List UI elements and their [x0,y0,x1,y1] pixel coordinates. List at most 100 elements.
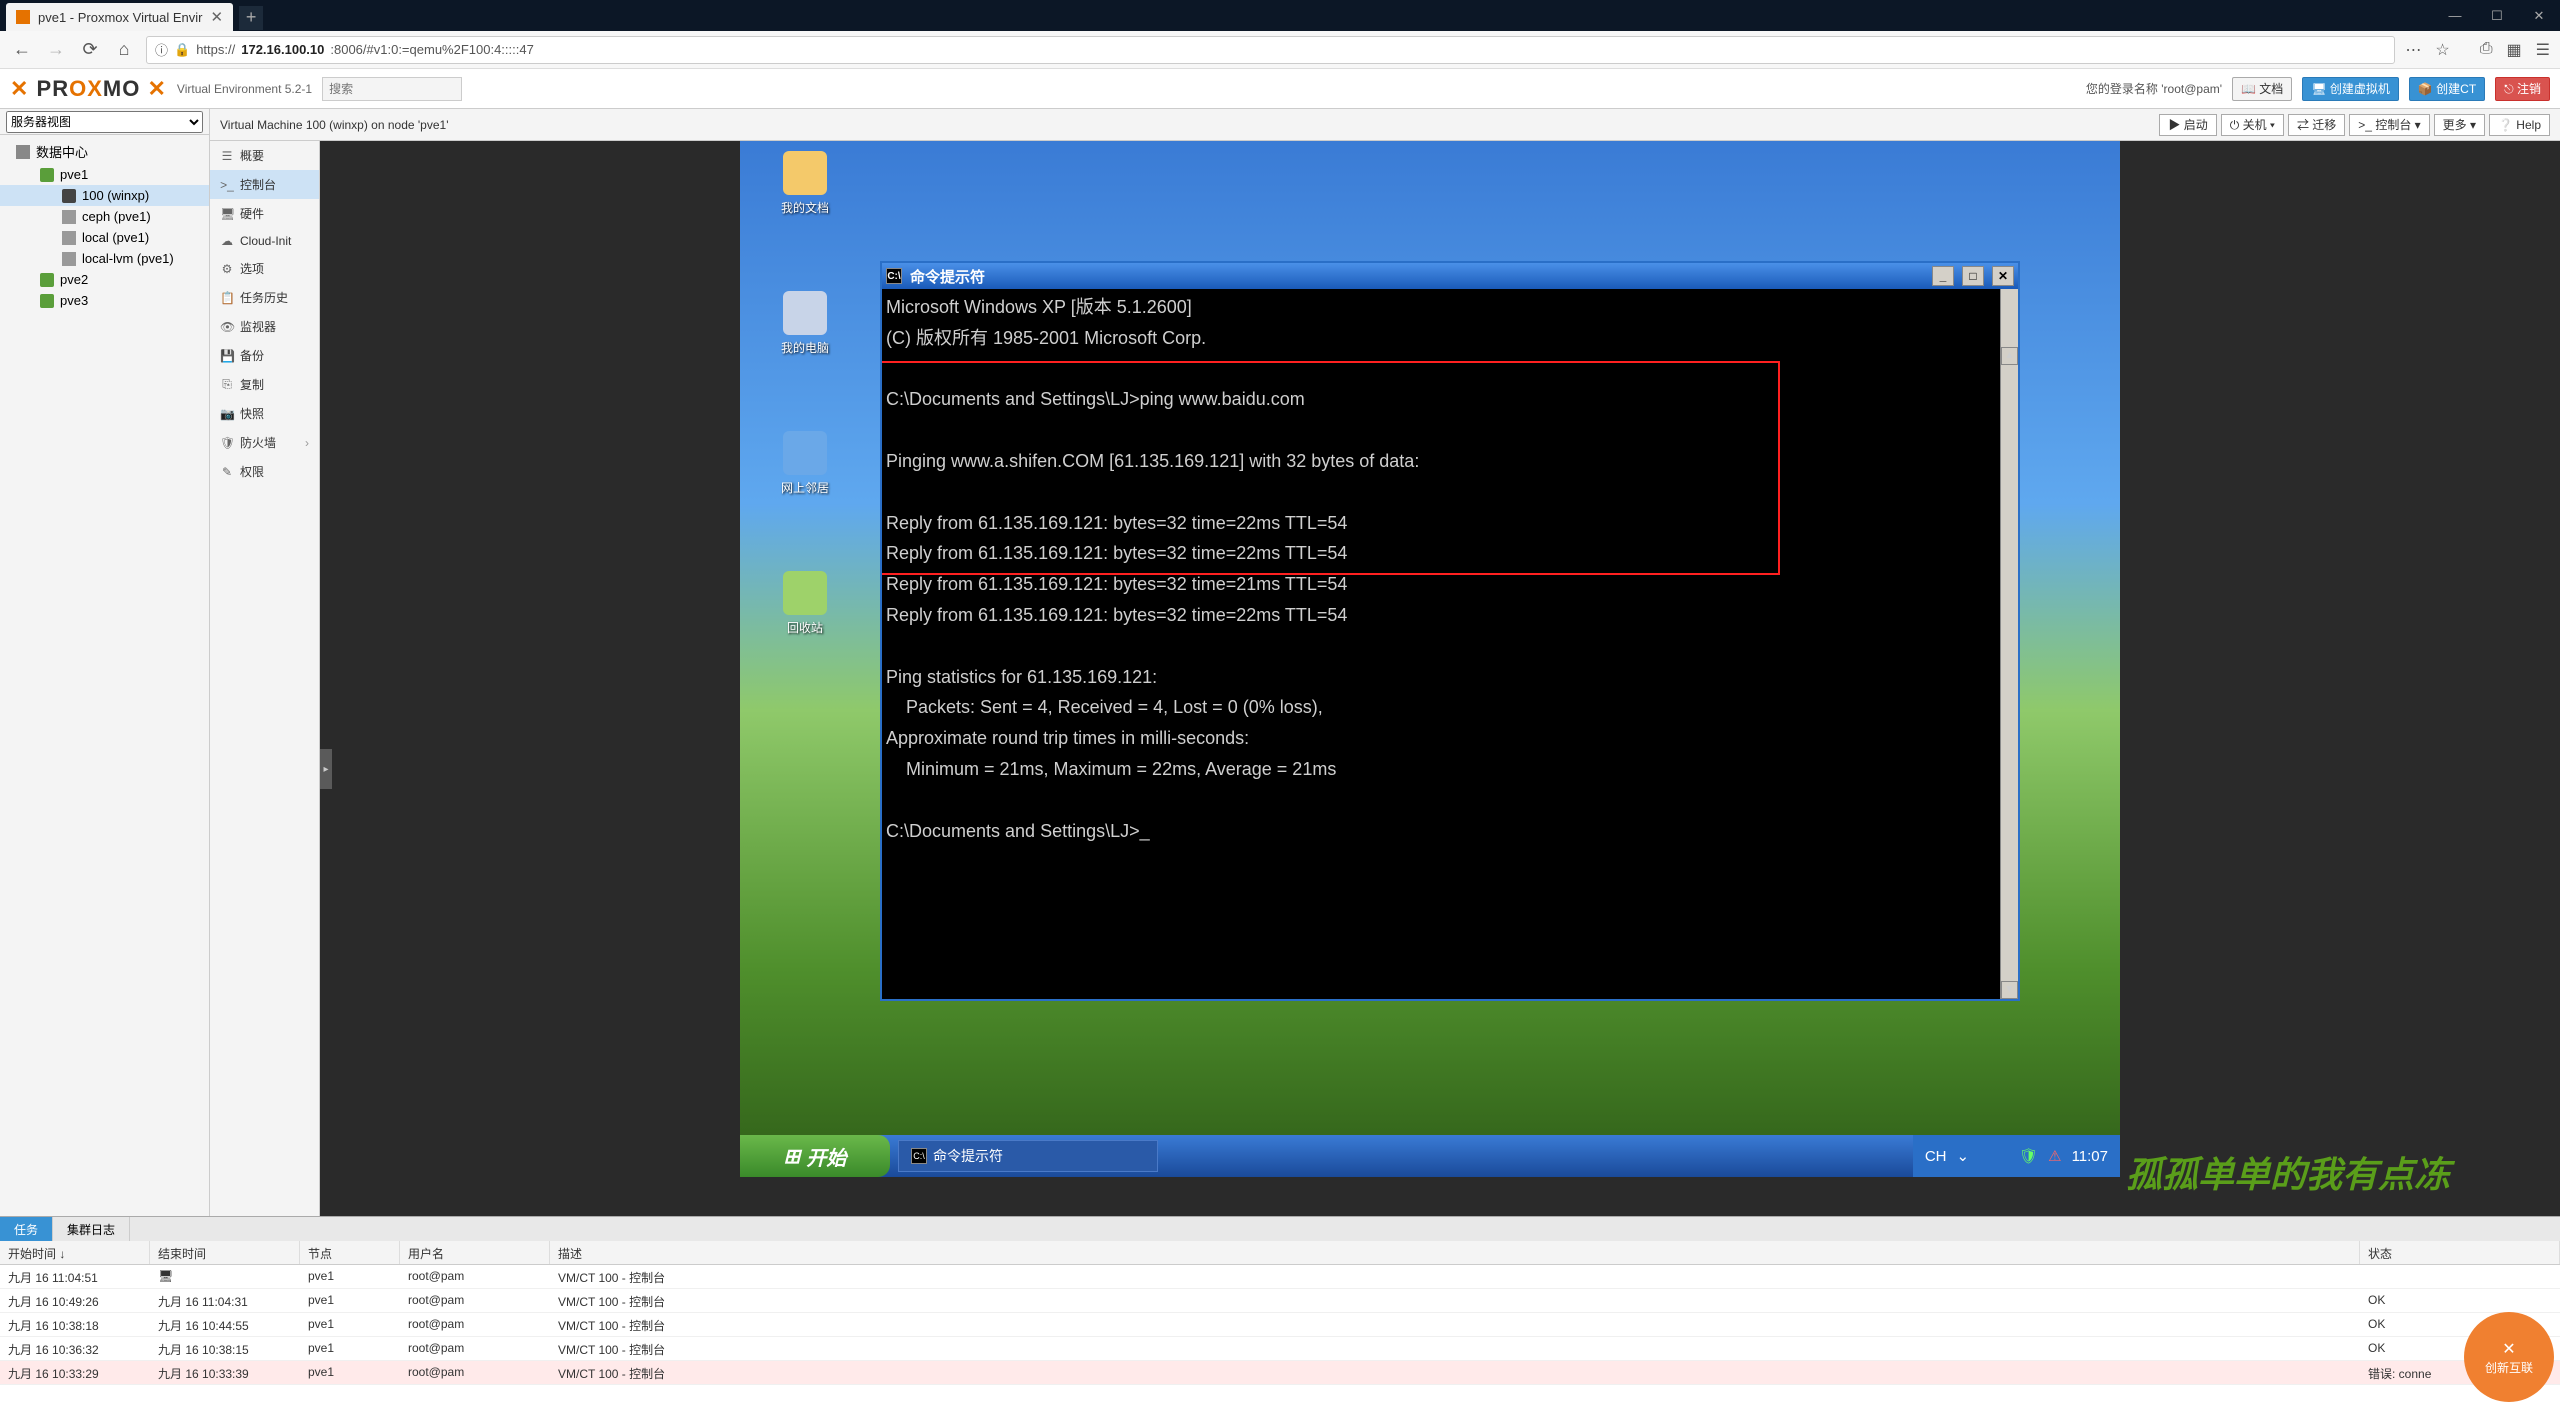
cmd-max-button[interactable]: □ [1962,266,1984,286]
scroll-up-icon[interactable]: ▲ [2001,347,2018,365]
search-input[interactable] [322,77,462,101]
window-max-button[interactable]: ☐ [2476,0,2518,31]
table-row[interactable]: 九月 16 10:33:29九月 16 10:33:39pve1root@pam… [0,1361,2560,1385]
create-ct-button[interactable]: 📦 创建CT [2409,77,2485,101]
cmd-min-button[interactable]: _ [1932,266,1954,286]
tray-shield-icon[interactable]: 🛡 [2019,1147,2038,1165]
help-button[interactable]: ❔ Help [2489,114,2550,136]
console-button[interactable]: >_ 控制台 ▾ [2349,114,2429,136]
console-icon: >_ [220,178,234,192]
view-select-dropdown[interactable]: 服务器视图 [6,111,203,133]
reload-button[interactable]: ⟳ [78,38,102,62]
table-row[interactable]: 九月 16 11:04:51🖥pve1root@pamVM/CT 100 - 控… [0,1265,2560,1289]
browser-titlebar: pve1 - Proxmox Virtual Envir ✕ + — ☐ ✕ [0,0,2560,31]
more-button[interactable]: 更多 ▾ [2434,114,2485,136]
desktop-icon-recycle[interactable]: 回收站 [770,571,840,636]
tree-node-pve1[interactable]: pve1 [0,164,209,185]
col-start[interactable]: 开始时间 ↓ [0,1241,150,1264]
tab-monitor[interactable]: 👁监视器 [210,312,319,341]
page-actions-icon[interactable]: ⋯ [2405,40,2421,60]
col-end[interactable]: 结束时间 [150,1241,300,1264]
cmd-close-button[interactable]: ✕ [1992,266,2014,286]
col-user[interactable]: 用户名 [400,1241,550,1264]
tray-alert-icon[interactable]: ⚠ [2048,1147,2061,1165]
xp-desktop[interactable]: 我的文档 我的电脑 网上邻居 回收站 C:\ 命令提示符 _ □ ✕ [740,141,2120,1177]
cmd-window[interactable]: C:\ 命令提示符 _ □ ✕ Microsoft Windows XP [版本… [880,261,2020,1001]
tree-vm-100[interactable]: 100 (winxp) [0,185,209,206]
tree-node-pve3[interactable]: pve3 [0,290,209,311]
bookmark-icon[interactable]: ☆ [2435,40,2449,60]
desktop-icon-network[interactable]: 网上邻居 [770,431,840,496]
task-log-panel: 任务 集群日志 开始时间 ↓ 结束时间 节点 用户名 描述 状态 九月 16 1… [0,1216,2560,1408]
cmd-scrollbar[interactable]: ▲ ▼ [2000,289,2018,999]
sidebar-icon[interactable]: ▦ [2507,40,2522,60]
tab-cloudinit[interactable]: ☁Cloud-Init [210,228,319,254]
new-tab-button[interactable]: + [239,6,263,30]
table-row[interactable]: 九月 16 10:49:26九月 16 11:04:31pve1root@pam… [0,1289,2560,1313]
forward-button[interactable]: → [44,38,68,62]
cmd-output[interactable]: Microsoft Windows XP [版本 5.1.2600] (C) 版… [882,289,2018,999]
tab-replication[interactable]: ⎘复制 [210,370,319,399]
view-selector[interactable]: 服务器视图 [0,109,209,135]
col-desc[interactable]: 描述 [550,1241,2360,1264]
tree-node-pve2[interactable]: pve2 [0,269,209,290]
windows-logo-icon: ⊞ [784,1144,801,1169]
cmd-title-text: 命令提示符 [910,266,985,287]
taskbar-item-cmd[interactable]: C:\命令提示符 [898,1140,1158,1172]
window-close-button[interactable]: ✕ [2518,0,2560,31]
browser-tab[interactable]: pve1 - Proxmox Virtual Envir ✕ [6,3,233,31]
back-button[interactable]: ← [10,38,34,62]
system-tray[interactable]: CH ⌄ 🛡 ⚠ 11:07 [1913,1135,2120,1177]
tab-close-icon[interactable]: ✕ [211,8,224,26]
chevron-right-icon: › [305,436,309,450]
tab-firewall[interactable]: 🛡防火墙 › [210,428,319,457]
proxmox-logo[interactable]: ✕ PROXMO ✕ [10,76,167,102]
migrate-button[interactable]: ⇄ 迁移 [2288,114,2345,136]
tree-storage-localvm[interactable]: local-lvm (pve1) [0,248,209,269]
lock-icon[interactable]: 🔒 [174,42,190,58]
ime-indicator[interactable]: CH [1925,1148,1947,1165]
tab-snapshot[interactable]: 📷快照 [210,399,319,428]
window-controls: — ☐ ✕ [2434,0,2560,31]
info-icon[interactable]: ⓘ [155,40,168,59]
library-icon[interactable]: ⎙ [2480,40,2493,60]
storage-icon [62,252,76,266]
docs-button[interactable]: 📖 文档 [2232,77,2292,101]
tab-options[interactable]: ⚙选项 [210,254,319,283]
ime-options-icon[interactable]: ⌄ [1956,1147,1969,1165]
tree-datacenter[interactable]: 数据中心 [0,139,209,164]
url-input[interactable]: ⓘ 🔒 https://172.16.100.10:8006/#v1:0:=qe… [146,36,2395,64]
tree-storage-local[interactable]: local (pve1) [0,227,209,248]
menu-icon[interactable]: ☰ [2536,40,2550,60]
create-vm-button[interactable]: 🖥 创建虚拟机 [2302,77,2399,101]
tab-hardware[interactable]: 🖥硬件 [210,199,319,228]
tab-taskhistory[interactable]: 📋任务历史 [210,283,319,312]
tab-summary[interactable]: ☰概要 [210,141,319,170]
hardware-icon: 🖥 [220,207,234,221]
table-row[interactable]: 九月 16 10:38:18九月 16 10:44:55pve1root@pam… [0,1313,2560,1337]
novnc-expand-handle[interactable]: ▸ [320,749,332,789]
log-tab-tasks[interactable]: 任务 [0,1217,53,1241]
start-button[interactable]: ⊞开始 [740,1135,890,1177]
scroll-down-icon[interactable]: ▼ [2001,981,2018,999]
col-node[interactable]: 节点 [300,1241,400,1264]
home-button[interactable]: ⌂ [112,38,136,62]
table-row[interactable]: 九月 16 10:36:32九月 16 10:38:15pve1root@pam… [0,1337,2560,1361]
tab-console[interactable]: >_控制台 [210,170,319,199]
window-min-button[interactable]: — [2434,0,2476,31]
desktop-icon-mycomputer[interactable]: 我的电脑 [770,291,840,356]
shutdown-button[interactable]: ⏻ 关机 ▾ [2221,114,2284,136]
replication-icon: ⎘ [220,377,234,392]
tree-storage-ceph[interactable]: ceph (pve1) [0,206,209,227]
desktop-icon-mydocuments[interactable]: 我的文档 [770,151,840,216]
cmd-icon: C:\ [911,1148,927,1164]
log-tab-cluster[interactable]: 集群日志 [53,1217,130,1241]
tab-backup[interactable]: 💾备份 [210,341,319,370]
cmd-titlebar[interactable]: C:\ 命令提示符 _ □ ✕ [882,263,2018,289]
version-label: Virtual Environment 5.2-1 [177,82,312,96]
logout-button[interactable]: ⎋ 注销 [2495,77,2550,101]
clock[interactable]: 11:07 [2072,1148,2108,1165]
start-button[interactable]: ▶ 启动 [2159,114,2216,136]
col-status[interactable]: 状态 [2360,1241,2560,1264]
tab-permissions[interactable]: ✎权限 [210,457,319,486]
